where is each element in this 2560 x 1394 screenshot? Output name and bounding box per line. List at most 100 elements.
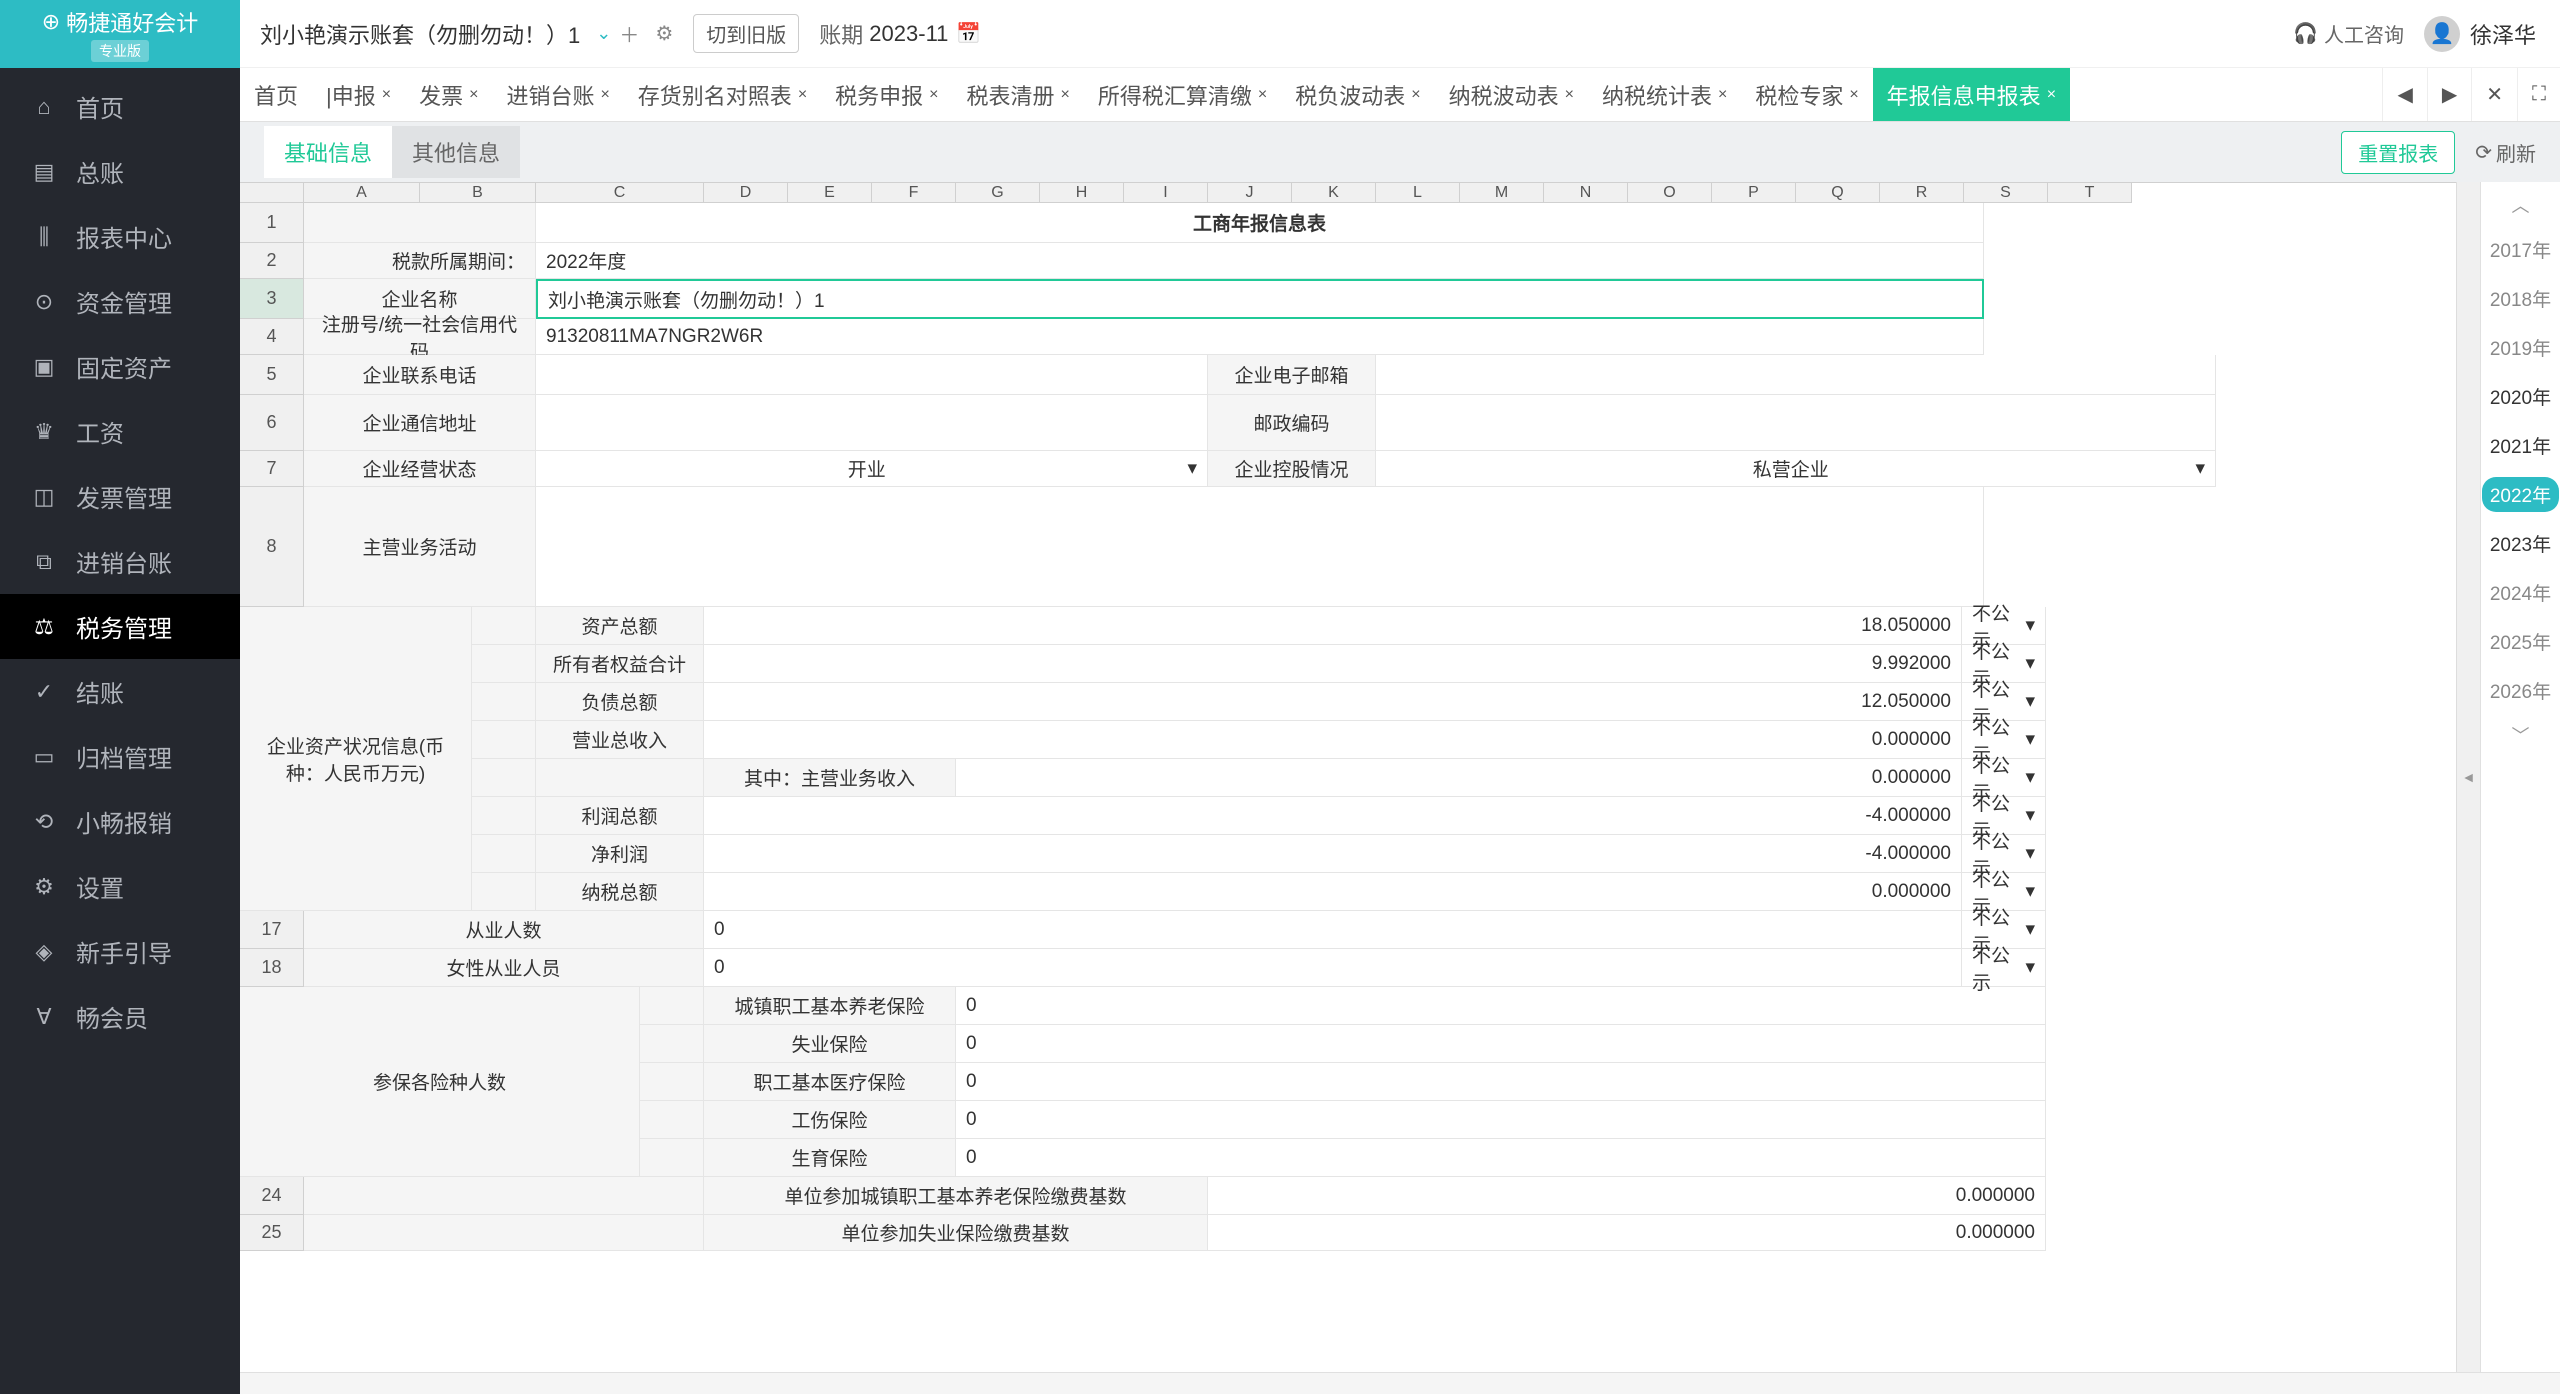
cell[interactable] <box>536 395 1208 451</box>
cell[interactable]: 纳税总额 <box>536 873 704 911</box>
cell[interactable]: 利润总额 <box>536 797 704 835</box>
cell[interactable]: 企业通信地址 <box>304 395 536 451</box>
year-down-icon[interactable]: ﹀ <box>2512 722 2530 748</box>
cell[interactable]: 企业控股情况 <box>1208 451 1376 487</box>
cell[interactable]: 91320811MA7NGR2W6R <box>536 319 1984 355</box>
cell[interactable]: 城镇职工基本养老保险 <box>704 987 956 1025</box>
cell[interactable]: 营业总收入 <box>536 721 704 759</box>
cell[interactable] <box>536 487 1984 607</box>
sidebar-item[interactable]: ⚙设置 <box>0 854 240 919</box>
tabs-close-all-icon[interactable]: ✕ <box>2471 68 2517 121</box>
cell[interactable]: 其中：主营业务收入 <box>704 759 956 797</box>
cell[interactable]: 负债总额 <box>536 683 704 721</box>
row-header[interactable]: 24 <box>240 1177 304 1215</box>
row-header[interactable]: 4 <box>240 319 304 355</box>
cell[interactable] <box>304 203 536 243</box>
cell[interactable]: 0 <box>956 1139 2046 1177</box>
cell[interactable]: 0.000000 <box>1208 1177 2046 1215</box>
tab-close-icon[interactable]: × <box>1565 86 1574 104</box>
year-item[interactable]: 2022年 <box>2482 477 2559 512</box>
tab-close-icon[interactable]: × <box>1258 86 1267 104</box>
cell[interactable] <box>536 759 704 797</box>
cell[interactable]: 0.000000 <box>704 721 1962 759</box>
tab[interactable]: 所得税汇算清缴× <box>1084 68 1281 121</box>
cell[interactable]: 女性从业人员 <box>304 949 704 987</box>
column-header[interactable]: N <box>1544 183 1628 203</box>
cell[interactable]: 12.050000 <box>704 683 1962 721</box>
cell[interactable]: 0 <box>956 1063 2046 1101</box>
row-header[interactable]: 1 <box>240 203 304 243</box>
column-header[interactable]: D <box>704 183 788 203</box>
tab-close-icon[interactable]: × <box>1411 86 1420 104</box>
cell[interactable]: 生育保险 <box>704 1139 956 1177</box>
cell[interactable] <box>1376 355 2216 395</box>
cell[interactable]: 私营企业▾ <box>1376 451 2216 487</box>
cell[interactable]: 企业电子邮箱 <box>1208 355 1376 395</box>
column-header[interactable]: B <box>420 183 536 203</box>
cell[interactable]: 0 <box>956 1025 2046 1063</box>
cell[interactable]: 0.000000 <box>956 759 1962 797</box>
sidebar-item[interactable]: ⟲小畅报销 <box>0 789 240 854</box>
sub-tab-other[interactable]: 其他信息 <box>392 126 520 178</box>
cell[interactable]: 主营业务活动 <box>304 487 536 607</box>
cell[interactable]: 税款所属期间： <box>304 243 536 279</box>
row-header[interactable]: 7 <box>240 451 304 487</box>
tab[interactable]: |申报× <box>312 68 405 121</box>
tab-close-icon[interactable]: × <box>382 86 391 104</box>
sub-tab-basic[interactable]: 基础信息 <box>264 126 392 178</box>
year-up-icon[interactable]: ︿ <box>2512 192 2530 218</box>
sidebar-item[interactable]: ∀畅会员 <box>0 984 240 1049</box>
column-header[interactable]: T <box>2048 183 2132 203</box>
cell[interactable]: 工商年报信息表 <box>536 203 1984 243</box>
row-header[interactable]: 2 <box>240 243 304 279</box>
column-header[interactable]: C <box>536 183 704 203</box>
tab-close-icon[interactable]: × <box>600 86 609 104</box>
account-selector[interactable]: 刘小艳演示账套（勿删勿动！）1 ⌄ <box>260 18 611 50</box>
sidebar-item[interactable]: ✓结账 <box>0 659 240 724</box>
year-item[interactable]: 2023年 <box>2482 526 2559 561</box>
column-header[interactable]: G <box>956 183 1040 203</box>
sidebar-item[interactable]: ▤总账 <box>0 139 240 204</box>
tabs-prev-icon[interactable]: ◀ <box>2382 68 2426 121</box>
refresh-button[interactable]: ⟳刷新 <box>2475 138 2536 167</box>
column-header[interactable]: R <box>1880 183 1964 203</box>
tab[interactable]: 首页 <box>240 68 312 121</box>
sidebar-item[interactable]: ⊙资金管理 <box>0 269 240 334</box>
tab-close-icon[interactable]: × <box>2047 86 2056 104</box>
cell[interactable]: 资产总额 <box>536 607 704 645</box>
tab-close-icon[interactable]: × <box>1718 86 1727 104</box>
cell[interactable]: 企业经营状态 <box>304 451 536 487</box>
tab[interactable]: 税负波动表× <box>1281 68 1434 121</box>
tab[interactable]: 税检专家× <box>1741 68 1872 121</box>
column-header[interactable]: M <box>1460 183 1544 203</box>
tab-close-icon[interactable]: × <box>929 86 938 104</box>
column-header[interactable]: O <box>1628 183 1712 203</box>
tab[interactable]: 年报信息申报表× <box>1873 68 2070 121</box>
switch-old-button[interactable]: 切到旧版 <box>693 14 799 53</box>
row-header[interactable]: 6 <box>240 395 304 451</box>
column-header[interactable]: H <box>1040 183 1124 203</box>
column-header[interactable]: E <box>788 183 872 203</box>
cell[interactable]: 所有者权益合计 <box>536 645 704 683</box>
tabs-next-icon[interactable]: ▶ <box>2427 68 2471 121</box>
cell[interactable]: 0.000000 <box>704 873 1962 911</box>
cell[interactable]: 从业人数 <box>304 911 704 949</box>
column-header[interactable]: J <box>1208 183 1292 203</box>
tab[interactable]: 进销台账× <box>492 68 623 121</box>
fullscreen-icon[interactable]: ⛶ <box>2517 68 2560 121</box>
row-header[interactable]: 8 <box>240 487 304 607</box>
horizontal-scrollbar[interactable] <box>240 1372 2560 1394</box>
tab-close-icon[interactable]: × <box>469 86 478 104</box>
tab[interactable]: 税表清册× <box>953 68 1084 121</box>
cell[interactable]: -4.000000 <box>704 797 1962 835</box>
consult-button[interactable]: 🎧人工咨询 <box>2293 19 2404 48</box>
cell[interactable]: 0.000000 <box>1208 1215 2046 1251</box>
column-header[interactable]: S <box>1964 183 2048 203</box>
cell[interactable]: 净利润 <box>536 835 704 873</box>
selected-cell[interactable]: 刘小艳演示账套（勿删勿动！）1 <box>536 279 1984 319</box>
tab-close-icon[interactable]: × <box>1061 86 1070 104</box>
tab[interactable]: 发票× <box>405 68 492 121</box>
cell[interactable]: 注册号/统一社会信用代码 <box>304 319 536 355</box>
spreadsheet[interactable]: ABCDEFGHIJKLMNOPQRST1工商年报信息表2税款所属期间：2022… <box>240 182 2456 1372</box>
calendar-icon[interactable]: 📅 <box>956 21 981 46</box>
